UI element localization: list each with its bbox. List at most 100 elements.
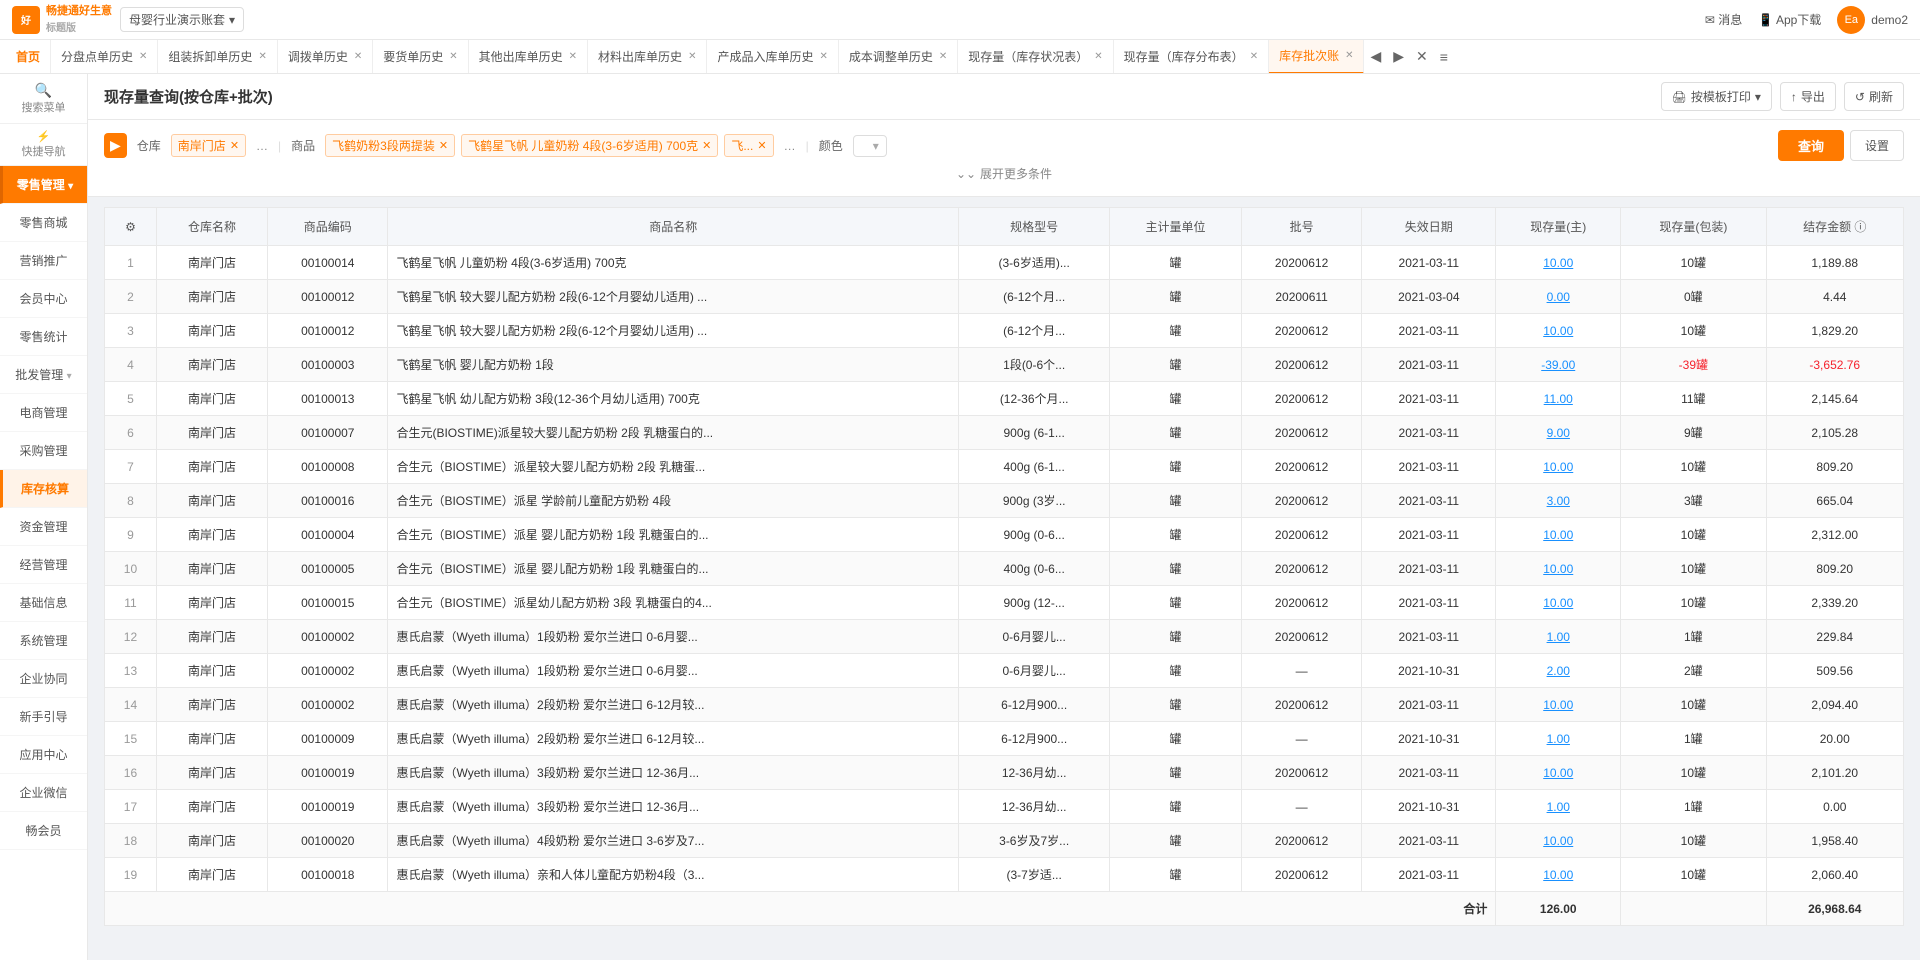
row-stock-main[interactable]: 10.00 (1496, 246, 1621, 280)
row-stock-main[interactable]: 10.00 (1496, 552, 1621, 586)
export-button[interactable]: ↑ 导出 (1780, 82, 1836, 111)
warehouse-tag[interactable]: 南岸门店 ✕ (171, 134, 246, 157)
close-icon[interactable]: ✕ (688, 51, 696, 62)
tab-diaoBo[interactable]: 调拨单历史 ✕ (278, 40, 373, 74)
sidebar-item-purchase[interactable]: 采购管理 (0, 432, 87, 470)
row-stock-main[interactable]: 10.00 (1496, 314, 1621, 348)
sidebar-item-member2[interactable]: 畅会员 (0, 812, 87, 850)
row-stock-main[interactable]: 10.00 (1496, 756, 1621, 790)
close-icon[interactable]: ✕ (139, 51, 147, 62)
sidebar-item-cooperation[interactable]: 企业协同 (0, 660, 87, 698)
sidebar-item-retail-stats[interactable]: 零售统计 (0, 318, 87, 356)
tab-kuCunPiCi[interactable]: 库存批次账 ✕ (1269, 40, 1364, 74)
app-download[interactable]: 📱 App下载 (1758, 11, 1821, 28)
close-icon[interactable]: ✕ (1094, 51, 1102, 62)
tab-cailiaoChuKu[interactable]: 材料出库单历史 ✕ (588, 40, 707, 74)
sidebar-item-marketing[interactable]: 营销推广 (0, 242, 87, 280)
store-selector[interactable]: 母婴行业演示账套 ▾ (120, 7, 244, 32)
tab-qitaChuKu[interactable]: 其他出库单历史 ✕ (469, 40, 588, 74)
row-stock-main[interactable]: -39.00 (1496, 348, 1621, 382)
col-settings[interactable]: ⚙ (105, 208, 157, 246)
print-button[interactable]: 🖨 按模板打印 ▾ (1661, 82, 1772, 111)
sidebar-item-inventory[interactable]: 库存核算 (0, 470, 87, 508)
row-stock-main[interactable]: 1.00 (1496, 620, 1621, 654)
close-icon[interactable]: ✕ (1250, 51, 1258, 62)
sidebar-item-retail-mgmt[interactable]: 零售管理 ▾ (0, 166, 87, 204)
sidebar-search[interactable]: 🔍 搜索菜单 (0, 74, 87, 124)
sidebar-item-guide[interactable]: 新手引导 (0, 698, 87, 736)
sidebar-item-wholesale[interactable]: 批发管理 ▾ (0, 356, 87, 394)
refresh-button[interactable]: ↺ 刷新 (1844, 82, 1904, 111)
sidebar-item-ecommerce[interactable]: 电商管理 (0, 394, 87, 432)
query-button[interactable]: 查询 (1778, 130, 1844, 161)
sidebar-item-member[interactable]: 会员中心 (0, 280, 87, 318)
row-name: 飞鹤星飞帆 较大婴儿配方奶粉 2段(6-12个月婴幼儿适用) ... (388, 314, 959, 348)
sidebar-item-retail-shop[interactable]: 零售商城 (0, 204, 87, 242)
more-warehouse-btn[interactable]: … (256, 139, 268, 153)
settings-icon[interactable]: ⚙ (125, 220, 136, 234)
tab-prev-btn[interactable]: ◀ (1364, 48, 1387, 65)
remove-warehouse-icon[interactable]: ✕ (230, 139, 239, 152)
close-icon[interactable]: ✕ (1345, 50, 1353, 61)
row-stock-main[interactable]: 0.00 (1496, 280, 1621, 314)
sidebar-item-system[interactable]: 系统管理 (0, 622, 87, 660)
tab-chanChengPin[interactable]: 产成品入库单历史 ✕ (707, 40, 838, 74)
tab-kuCunZhuangKuang[interactable]: 现存量（库存状况表） ✕ (958, 40, 1113, 74)
row-number: 17 (105, 790, 157, 824)
remove-product-2-icon[interactable]: ✕ (757, 139, 766, 152)
tab-chengBen[interactable]: 成本调整单历史 ✕ (839, 40, 958, 74)
close-icon[interactable]: ✕ (449, 51, 457, 62)
product-tag-0[interactable]: 飞鹤奶粉3段两提装 ✕ (325, 134, 455, 157)
color-select[interactable] (853, 135, 887, 157)
tab-kuCunFenBu[interactable]: 现存量（库存分布表） ✕ (1114, 40, 1269, 74)
row-balance: 2,312.00 (1766, 518, 1903, 552)
close-icon[interactable]: ✕ (569, 51, 577, 62)
product-tag-1[interactable]: 飞鹤星飞帆 儿童奶粉 4段(3-6岁适用) 700克 ✕ (461, 134, 718, 157)
sidebar-shortcut[interactable]: ⚡ 快捷导航 (0, 124, 87, 166)
more-products-btn[interactable]: … (784, 139, 796, 153)
tab-close-all-btn[interactable]: ✕ (1410, 48, 1434, 65)
remove-product-1-icon[interactable]: ✕ (702, 139, 711, 152)
row-code: 00100016 (268, 484, 388, 518)
close-icon[interactable]: ✕ (258, 51, 266, 62)
product-tag-2[interactable]: 飞... ✕ (724, 134, 773, 157)
tab-home[interactable]: 首页 (6, 40, 51, 74)
close-icon[interactable]: ✕ (354, 51, 362, 62)
close-icon[interactable]: ✕ (819, 51, 827, 62)
row-stock-main[interactable]: 2.00 (1496, 654, 1621, 688)
row-stock-main[interactable]: 10.00 (1496, 586, 1621, 620)
row-number: 11 (105, 586, 157, 620)
tab-zuZhuang[interactable]: 组装拆卸单历史 ✕ (158, 40, 277, 74)
settings-button[interactable]: 设置 (1850, 130, 1904, 161)
row-stock-main[interactable]: 1.00 (1496, 790, 1621, 824)
row-stock-main[interactable]: 10.00 (1496, 824, 1621, 858)
tab-menu-btn[interactable]: ≡ (1434, 49, 1454, 65)
row-stock-main[interactable]: 9.00 (1496, 416, 1621, 450)
remove-product-0-icon[interactable]: ✕ (439, 139, 448, 152)
expand-filter-button[interactable]: ▶ (104, 133, 127, 158)
row-stock-main[interactable]: 10.00 (1496, 858, 1621, 892)
row-stock-main[interactable]: 1.00 (1496, 722, 1621, 756)
row-stock-main[interactable]: 10.00 (1496, 688, 1621, 722)
expand-conditions-button[interactable]: ⌄⌄ 展开更多条件 (956, 165, 1052, 182)
row-balance: 229.84 (1766, 620, 1903, 654)
tab-fenPan[interactable]: 分盘点单历史 ✕ (51, 40, 158, 74)
close-icon[interactable]: ✕ (939, 51, 947, 62)
row-stock-pkg: 11罐 (1621, 382, 1766, 416)
sidebar-item-finance[interactable]: 资金管理 (0, 508, 87, 546)
sidebar-item-basic[interactable]: 基础信息 (0, 584, 87, 622)
row-unit: 罐 (1110, 824, 1242, 858)
page-header: 现存量查询(按仓库+批次) 🖨 按模板打印 ▾ ↑ 导出 ↺ 刷新 (88, 74, 1920, 120)
row-stock-main[interactable]: 10.00 (1496, 518, 1621, 552)
row-number: 18 (105, 824, 157, 858)
tab-yaoHuo[interactable]: 要货单历史 ✕ (373, 40, 468, 74)
message-icon[interactable]: ✉ 消息 (1705, 11, 1742, 28)
row-stock-main[interactable]: 11.00 (1496, 382, 1621, 416)
sidebar-item-app-center[interactable]: 应用中心 (0, 736, 87, 774)
sidebar-item-wechat[interactable]: 企业微信 (0, 774, 87, 812)
row-stock-main[interactable]: 3.00 (1496, 484, 1621, 518)
row-stock-main[interactable]: 10.00 (1496, 450, 1621, 484)
sidebar-item-operations[interactable]: 经营管理 (0, 546, 87, 584)
tab-next-btn[interactable]: ▶ (1387, 48, 1410, 65)
table-row: 12南岸门店00100002惠氏启蒙（Wyeth illuma）1段奶粉 爱尔兰… (105, 620, 1904, 654)
